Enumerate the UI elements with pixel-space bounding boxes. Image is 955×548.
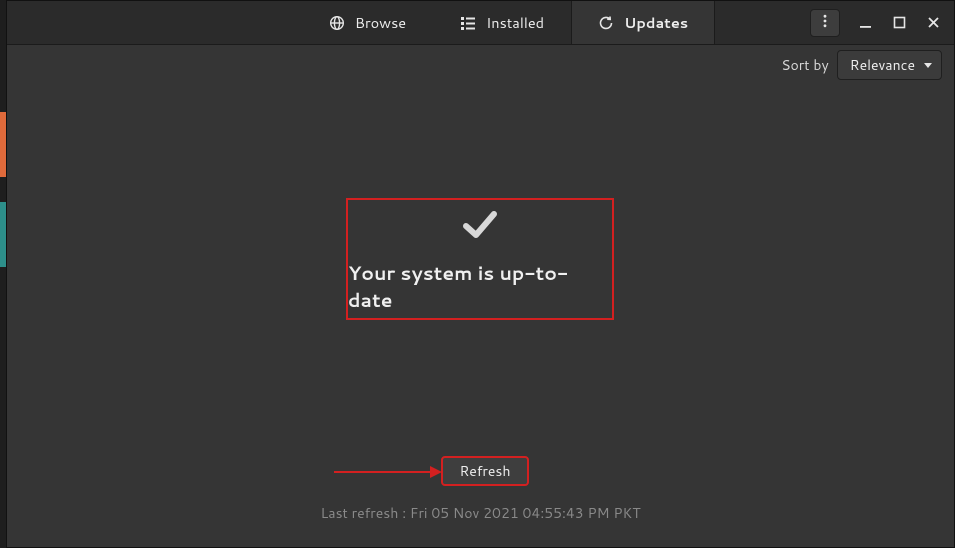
tab-updates[interactable]: Updates <box>571 1 715 44</box>
list-icon <box>460 15 476 31</box>
tab-group: Browse Installed <box>302 1 715 44</box>
software-manager-window: Browse Installed <box>6 0 955 548</box>
minimize-button[interactable] <box>850 9 880 37</box>
content-area: Your system is up-to-date Refresh Last r… <box>7 85 954 547</box>
close-button[interactable] <box>918 9 948 37</box>
hamburger-menu-button[interactable] <box>810 9 840 37</box>
kebab-icon <box>818 11 832 34</box>
header-left-spacer <box>7 1 207 44</box>
maximize-button[interactable] <box>884 9 914 37</box>
checkmark-icon <box>460 204 500 244</box>
annotation-arrow <box>334 463 442 479</box>
status-box-annotation: Your system is up-to-date <box>346 198 614 320</box>
globe-icon <box>329 15 345 31</box>
sort-dropdown[interactable]: Relevance <box>837 50 942 80</box>
header-bar: Browse Installed <box>7 1 954 45</box>
status-message: Your system is up-to-date <box>348 260 612 314</box>
close-icon <box>927 16 940 29</box>
window-controls <box>810 1 954 44</box>
refresh-button[interactable]: Refresh <box>441 456 529 486</box>
minimize-icon <box>859 16 872 29</box>
tab-browse[interactable]: Browse <box>302 1 433 44</box>
tab-updates-label: Updates <box>624 12 688 33</box>
last-refresh-text: Last refresh : Fri 05 Nov 2021 04:55:43 … <box>7 503 954 523</box>
sort-label: Sort by <box>781 55 829 75</box>
refresh-icon <box>598 15 614 31</box>
sort-selected: Relevance <box>850 55 915 75</box>
chevron-down-icon <box>923 55 933 75</box>
tab-installed-label: Installed <box>486 12 544 33</box>
refresh-button-label: Refresh <box>459 461 510 481</box>
tab-browse-label: Browse <box>355 12 406 33</box>
sort-bar: Sort by Relevance <box>7 45 954 85</box>
maximize-icon <box>893 16 906 29</box>
tab-installed[interactable]: Installed <box>433 1 571 44</box>
